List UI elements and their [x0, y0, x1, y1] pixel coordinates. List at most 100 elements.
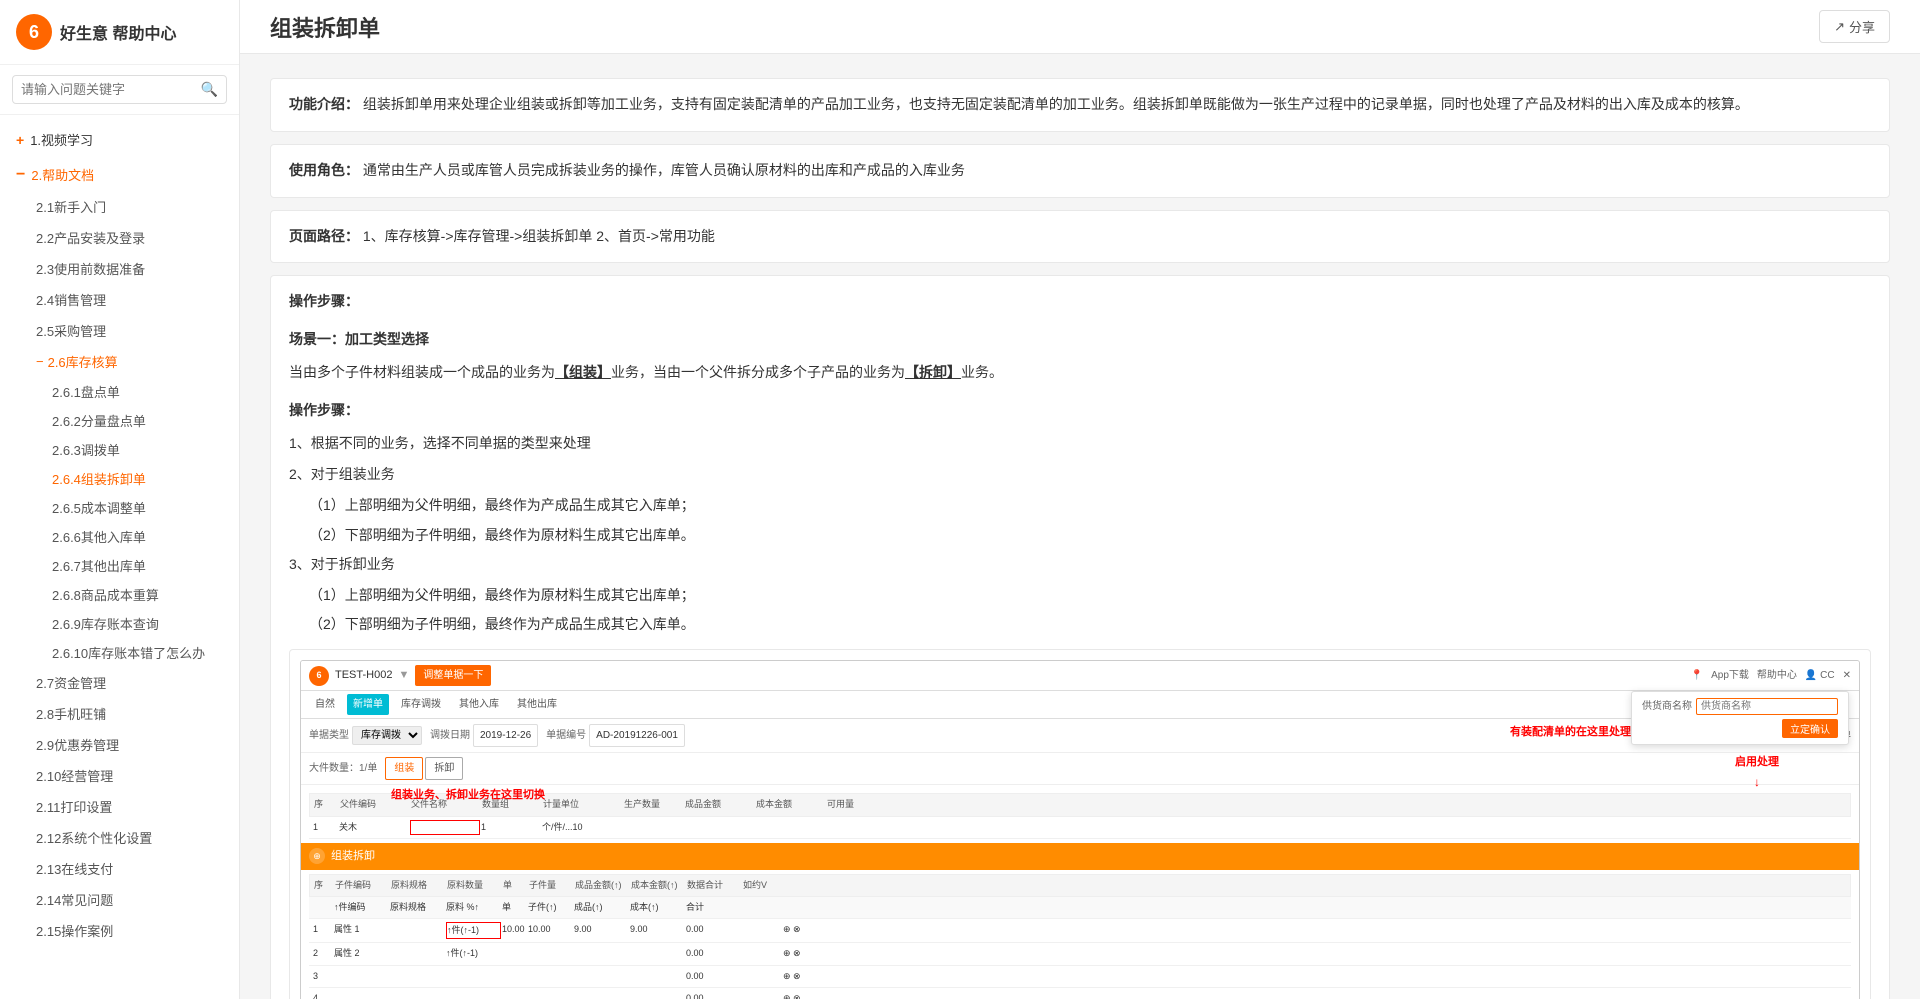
sidebar-item-coupon[interactable]: 2.9优惠券管理 [28, 729, 239, 760]
mockup-dialog: 供货商名称 立定确认 [1631, 691, 1849, 745]
mockup-disassemble-btn[interactable]: 拆卸 [425, 757, 463, 780]
mockup-nav-item-1: 自然 [309, 694, 341, 715]
sidebar-item-cases[interactable]: 2.15操作案例 [28, 915, 239, 946]
step2-sub2: （2）下部明细为子件明细，最终作为原材料生成其它出库单。 [289, 523, 1871, 548]
logo-icon: 6 [16, 14, 52, 50]
annotation4-area: 启用处理 ↓ [1735, 753, 1779, 792]
content-area: 功能介绍： 组装拆卸单用来处理企业组装或拆卸等加工业务，支持有固定装配清单的产品… [240, 54, 1920, 999]
step3-sub2: （2）下部明细为子件明细，最终作为产成品生成其它入库单。 [289, 612, 1871, 637]
search-input[interactable] [21, 82, 201, 97]
mockup-nav-item-3: 库存调拨 [395, 694, 447, 715]
step3-sub1: （1）上部明细为父件明细，最终作为原材料生成其它出库单； [289, 583, 1871, 608]
sidebar-item-mobile[interactable]: 2.8手机旺铺 [28, 698, 239, 729]
path-block: 页面路径： 1、库存核算->库存管理->组装拆卸单 2、首页->常用功能 [270, 210, 1890, 264]
mockup-breadcrumb: TEST-H002 [335, 666, 392, 685]
logo-text: 好生意 帮助中心 [60, 20, 176, 44]
mockup-type-select[interactable]: 库存调拨 [352, 726, 422, 745]
step1: 1、根据不同的业务，选择不同单据的类型来处理 [289, 431, 1871, 456]
mockup-form: 单据类型 库存调拨 调拨日期 2019-12-26 单据编号 AD-201912… [301, 719, 1859, 753]
nav-section-video: + 1.视频学习 [0, 123, 239, 156]
mockup-no-field: 单据编号 AD-20191226-001 [546, 724, 685, 747]
mockup-nav: 自然 新增单 库存调拨 其他入库 其他出库 [301, 691, 1859, 719]
sidebar-item-stocktake[interactable]: 2.6.1盘点单 [44, 377, 239, 406]
mockup-nav-item-2: 新增单 [347, 694, 389, 715]
mockup-dialog-row: 供货商名称 [1642, 698, 1838, 715]
sidebar-item-sales[interactable]: 2.4销售管理 [28, 284, 239, 315]
mockup-assemble-btn[interactable]: 组装 [385, 757, 423, 780]
nav-sub-sub-inventory: 2.6.1盘点单 2.6.2分量盘点单 2.6.3调拨单 2.6.4组装拆卸单 … [28, 377, 239, 667]
nav-sub-docs: 2.1新手入门 2.2产品安装及登录 2.3使用前数据准备 2.4销售管理 2.… [0, 191, 239, 946]
mockup-topbar: 6 TEST-H002 ▼ 调整单据一下 📍 App下载 帮助中心 👤 CC ✕ [301, 661, 1859, 691]
sidebar-item-partial-stocktake[interactable]: 2.6.2分量盘点单 [44, 406, 239, 435]
mockup-type-switch-row: 大件数量：1/单 组装 拆卸 组装业务、拆卸业务在这里切换 启用处理 ↓ [301, 753, 1859, 785]
sidebar-item-ops[interactable]: 2.10经营管理 [28, 760, 239, 791]
mockup-type-btns: 组装 拆卸 [385, 757, 463, 780]
sidebar-item-other-out[interactable]: 2.6.7其他出库单 [44, 551, 239, 580]
role-label: 使用角色： [289, 162, 359, 178]
sidebar-item-cost-adjust[interactable]: 2.6.5成本调整单 [44, 493, 239, 522]
scene1-label: 场景一：加工类型选择 [289, 328, 1871, 352]
mockup-bottom-row1: 1 属性 1 ↑件(↑-1) 10.00 10.00 9.00 9.00 0.0… [309, 919, 1851, 943]
nav-section-docs: − 2.帮助文档 2.1新手入门 2.2产品安装及登录 2.3使用前数据准备 2… [0, 158, 239, 946]
nav-sub-inventory: −2.6库存核算 2.6.1盘点单 2.6.2分量盘点单 2.6.3调拨单 2.… [28, 346, 239, 667]
mockup-nav-item-4: 其他入库 [453, 694, 505, 715]
nav-tree: + 1.视频学习 − 2.帮助文档 2.1新手入门 2.2产品安装及登录 2.3… [0, 115, 239, 999]
ops-label: 操作步骤： [289, 290, 1871, 314]
mockup-new-btn: 调整单据一下 [415, 665, 491, 686]
mockup-nav-item-5: 其他出库 [511, 694, 563, 715]
sidebar-item-finance[interactable]: 2.7资金管理 [28, 667, 239, 698]
sidebar-item-cost-recalc[interactable]: 2.6.8商品成本重算 [44, 580, 239, 609]
mockup-bottom-row-header2: ↑件编码 原料规格 原料 %↑ 单 子件(↑) 成品(↑) 成本(↑) 合计 [309, 897, 1851, 919]
sidebar-item-print[interactable]: 2.11打印设置 [28, 791, 239, 822]
sidebar-item-install[interactable]: 2.2产品安装及登录 [28, 222, 239, 253]
search-icon[interactable]: 🔍 [201, 81, 218, 98]
step2: 2、对于组装业务 [289, 462, 1871, 487]
role-text: 通常由生产人员或库管人员完成拆装业务的操作，库管人员确认原材料的出库和产成品的入… [363, 162, 965, 178]
sidebar-item-payment[interactable]: 2.13在线支付 [28, 853, 239, 884]
expand-icon-video: + [16, 132, 24, 148]
sidebar-item-data-prep[interactable]: 2.3使用前数据准备 [28, 253, 239, 284]
sidebar-item-purchase[interactable]: 2.5采购管理 [28, 315, 239, 346]
screenshot-mockup: 6 TEST-H002 ▼ 调整单据一下 📍 App下载 帮助中心 👤 CC ✕ [300, 660, 1860, 999]
sidebar-item-inventory-ledger[interactable]: 2.6.9库存账本查询 [44, 609, 239, 638]
main-content: 组装拆卸单 ↗ 分享 功能介绍： 组装拆卸单用来处理企业组装或拆卸等加工业务，支… [240, 0, 1920, 999]
sidebar-item-transfer[interactable]: 2.6.3调拨单 [44, 435, 239, 464]
mockup-confirm-btn[interactable]: 立定确认 [1782, 719, 1838, 738]
annotation3-area: 组装业务、拆卸业务在这里切换 [391, 786, 545, 805]
share-icon: ↗ [1834, 19, 1845, 35]
mockup-breadcrumb-arrow: ▼ [398, 666, 409, 685]
path-text: 1、库存核算->库存管理->组装拆卸单 2、首页->常用功能 [363, 228, 715, 244]
share-label: 分享 [1849, 17, 1875, 36]
sidebar-item-video[interactable]: + 1.视频学习 [0, 123, 239, 156]
mockup-section-bar: ⊕ 组装拆卸 [301, 843, 1859, 870]
annotation3-text: 组装业务、拆卸业务在这里切换 [391, 786, 545, 805]
mockup-bottom-table: 序 子件编码 原料规格 原料数量 单 子件量 成品金额(↑) 成本金额(↑) 数… [301, 870, 1859, 999]
annotation4-text: 启用处理 [1735, 753, 1779, 772]
mockup-logo: 6 [309, 666, 329, 686]
mockup-right-icons: 📍 App下载 帮助中心 👤 CC ✕ [1691, 667, 1851, 684]
mockup-top-table-row1: 1 关木 1 个/件/...10 [309, 817, 1851, 839]
mockup-type-field: 单据类型 库存调拨 [309, 726, 422, 745]
sidebar-item-customize[interactable]: 2.12系统个性化设置 [28, 822, 239, 853]
sidebar-item-assembly[interactable]: 2.6.4组装拆卸单 [44, 464, 239, 493]
sidebar-item-newbie[interactable]: 2.1新手入门 [28, 191, 239, 222]
sidebar-item-docs[interactable]: − 2.帮助文档 [0, 158, 239, 191]
path-label: 页面路径： [289, 228, 359, 244]
share-button[interactable]: ↗ 分享 [1819, 10, 1890, 43]
annotation1-text: 有装配清单的在这里处理 [1510, 723, 1631, 742]
sidebar-item-other-in[interactable]: 2.6.6其他入库单 [44, 522, 239, 551]
mockup-bottom-row3: 3 0.00 ⊕ ⊗ [309, 966, 1851, 988]
sidebar-item-inventory[interactable]: −2.6库存核算 [28, 346, 239, 377]
sidebar-item-faq[interactable]: 2.14常见问题 [28, 884, 239, 915]
steps-block: 操作步骤： 场景一：加工类型选择 当由多个子件材料组装成一个成品的业务为【组装】… [270, 275, 1890, 999]
logo-area: 6 好生意 帮助中心 [0, 0, 239, 65]
search-area: 🔍 [0, 65, 239, 115]
intro-label: 功能介绍： [289, 96, 359, 112]
sidebar-item-inventory-ledger-fix[interactable]: 2.6.10库存账本错了怎么办 [44, 638, 239, 667]
mockup-bottom-row4: 4 0.00 ⊕ ⊗ [309, 988, 1851, 999]
sidebar-label-video: 1.视频学习 [30, 130, 93, 149]
ops-steps-sublabel: 操作步骤： [289, 399, 1871, 423]
page-title: 组装拆卸单 [270, 11, 380, 43]
mockup-dialog-input[interactable] [1696, 698, 1838, 715]
screenshot-container: 6 TEST-H002 ▼ 调整单据一下 📍 App下载 帮助中心 👤 CC ✕ [289, 649, 1871, 999]
